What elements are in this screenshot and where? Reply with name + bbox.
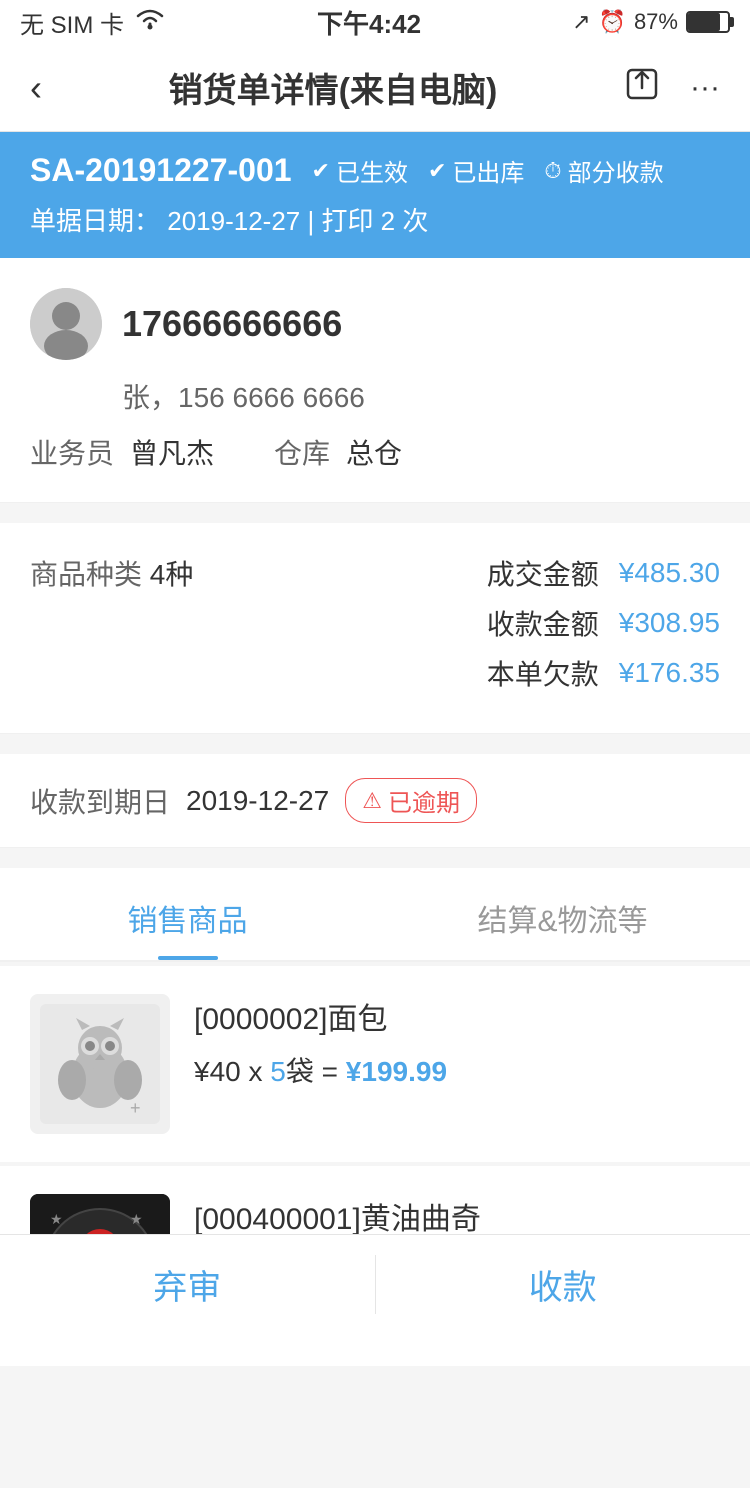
warehouse-info: 仓库 总仓	[274, 432, 402, 472]
customer-avatar	[30, 288, 102, 360]
sales-person: 曾凡杰	[130, 432, 214, 472]
check-icon-2: ✔	[428, 158, 446, 184]
location-icon: ↗	[572, 9, 590, 35]
badge-label-2: 已出库	[452, 153, 524, 188]
status-bar: 无 SIM 卡 下午4:42 ↗ ⏰ 87%	[0, 0, 750, 44]
battery-percent: 87%	[634, 9, 678, 35]
svg-text:★: ★	[50, 1211, 63, 1227]
sales-info: 业务员 曾凡杰	[30, 432, 214, 472]
overdue-badge: ⚠ 已逾期	[345, 778, 477, 823]
header-date-row: 单据日期： 2019-12-27 | 打印 2 次	[30, 201, 720, 238]
sales-label: 业务员	[30, 432, 114, 472]
badge-label-3: 部分收款	[568, 153, 664, 188]
clock-icon: ⏱	[544, 158, 561, 184]
summary-left: 商品种类 4种	[30, 553, 193, 593]
customer-meta: 业务员 曾凡杰 仓库 总仓	[30, 432, 720, 472]
debt-row: 本单欠款 ¥176.35	[487, 653, 720, 693]
product-types-count: 4种	[150, 559, 194, 590]
alarm-icon: ⏰	[599, 9, 626, 35]
more-icon[interactable]: ···	[690, 71, 720, 105]
overdue-icon: ⚠	[362, 788, 382, 814]
check-icon-1: ✔	[312, 158, 330, 184]
svg-text:+: +	[130, 1098, 141, 1118]
print-info: | 打印 2 次	[307, 206, 428, 236]
transaction-label: 成交金额	[487, 553, 599, 593]
share-icon[interactable]	[624, 66, 660, 110]
nav-right-actions: ···	[624, 66, 720, 110]
collect-payment-button[interactable]: 收款	[376, 1235, 750, 1334]
product-info-1: [0000002]面包 ¥40 x 5袋 = ¥199.99	[194, 994, 720, 1090]
overdue-label: 已逾期	[388, 783, 460, 818]
product-thumb-1: +	[30, 994, 170, 1134]
collected-label: 收款金额	[487, 603, 599, 643]
debt-label: 本单欠款	[487, 653, 599, 693]
product-unit-price-1: ¥40	[194, 1056, 241, 1087]
nav-bar: ‹ 销货单详情(来自电脑) ···	[0, 44, 750, 132]
debt-amount: ¥176.35	[619, 657, 720, 689]
battery-icon	[686, 11, 730, 33]
product-eq-1: =	[322, 1056, 346, 1087]
product-x-1: x	[249, 1056, 271, 1087]
date-label: 单据日期：	[30, 206, 160, 236]
customer-section: 17666666666 张，156 6666 6666 业务员 曾凡杰 仓库 总…	[0, 258, 750, 503]
due-date-value: 2019-12-27	[186, 785, 329, 817]
warehouse-value: 总仓	[346, 432, 402, 472]
warehouse-label: 仓库	[274, 432, 330, 472]
tab-products[interactable]: 销售商品	[0, 868, 375, 960]
collected-amount: ¥308.95	[619, 607, 720, 639]
status-right: ↗ ⏰ 87%	[572, 9, 730, 35]
transaction-amount: ¥485.30	[619, 557, 720, 589]
product-unit-1: 袋	[286, 1056, 314, 1087]
collect-payment-label: 收款	[529, 1260, 597, 1309]
collected-row: 收款金额 ¥308.95	[487, 603, 720, 643]
tabs: 销售商品 结算&物流等	[0, 868, 750, 962]
bottom-bar: 弃审 收款	[0, 1234, 750, 1334]
badge-label-1: 已生效	[336, 153, 408, 188]
product-thumb-image-1: +	[40, 1004, 160, 1124]
back-button[interactable]: ‹	[30, 67, 42, 109]
abandon-review-label: 弃审	[153, 1260, 221, 1309]
customer-contact: 张，156 6666 6666	[30, 376, 720, 416]
summary-section: 商品种类 4种 成交金额 ¥485.30 收款金额 ¥308.95 本单欠款 ¥…	[0, 523, 750, 734]
product-total-1: ¥199.99	[346, 1056, 447, 1087]
status-left: 无 SIM 卡	[20, 5, 166, 40]
tab-settlement-label: 结算&物流等	[477, 905, 647, 938]
product-name-2: [000400001]黄油曲奇	[194, 1194, 720, 1238]
svg-text:★: ★	[130, 1211, 143, 1227]
header-top: SA-20191227-001 ✔ 已生效 ✔ 已出库 ⏱ 部分收款	[30, 152, 720, 189]
product-types-label: 商品种类	[30, 559, 142, 590]
page-title: 销货单详情(来自电脑)	[169, 63, 498, 112]
summary-right: 成交金额 ¥485.30 收款金额 ¥308.95 本单欠款 ¥176.35	[487, 553, 720, 703]
header-bar: SA-20191227-001 ✔ 已生效 ✔ 已出库 ⏱ 部分收款 单据日期：…	[0, 132, 750, 258]
tab-products-label: 销售商品	[128, 905, 248, 938]
badge-effective: ✔ 已生效	[312, 153, 408, 188]
abandon-review-button[interactable]: 弃审	[0, 1235, 375, 1334]
product-item: + [0000002]面包 ¥40 x 5袋 = ¥199.99	[0, 966, 750, 1162]
due-date-section: 收款到期日 2019-12-27 ⚠ 已逾期	[0, 754, 750, 848]
carrier-text: 无 SIM 卡	[20, 5, 124, 40]
order-id: SA-20191227-001	[30, 152, 292, 189]
product-name-1: [0000002]面包	[194, 994, 720, 1038]
customer-top: 17666666666	[30, 288, 720, 360]
badge-shipped: ✔ 已出库	[428, 153, 524, 188]
tab-settlement[interactable]: 结算&物流等	[375, 868, 750, 960]
badge-partial: ⏱ 部分收款	[544, 153, 663, 188]
product-qty-1: 5	[270, 1056, 286, 1087]
status-time: 下午4:42	[317, 4, 421, 41]
due-date-label: 收款到期日	[30, 781, 170, 821]
customer-id: 17666666666	[122, 303, 342, 345]
wifi-icon	[134, 8, 166, 37]
bottom-spacer	[0, 1368, 750, 1488]
transaction-row: 成交金额 ¥485.30	[487, 553, 720, 593]
order-date: 2019-12-27	[167, 206, 300, 236]
product-price-1: ¥40 x 5袋 = ¥199.99	[194, 1050, 720, 1090]
